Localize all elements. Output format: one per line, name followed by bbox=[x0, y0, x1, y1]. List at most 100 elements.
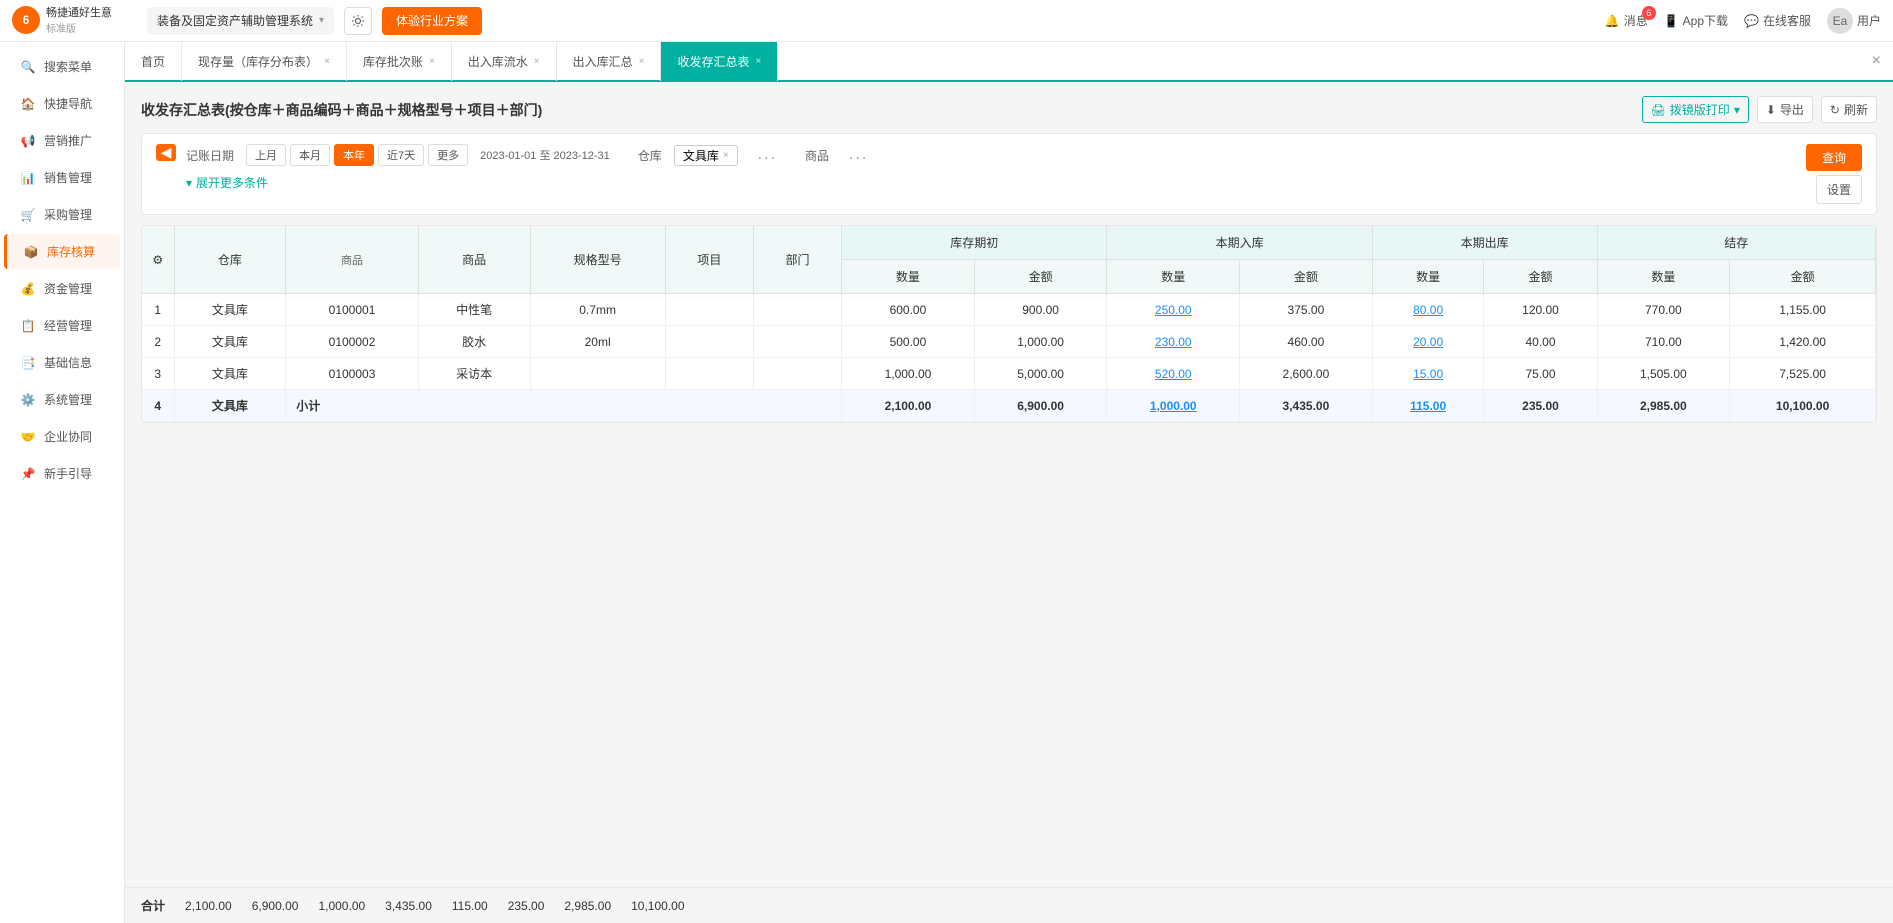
cell-goods-code: 0100001 bbox=[286, 294, 419, 326]
tab-inout-summary[interactable]: 出入库汇总 × bbox=[557, 42, 662, 81]
sidebar-label-sales: 销售管理 bbox=[44, 169, 92, 186]
sidebar-item-finance[interactable]: 💰 资金管理 bbox=[4, 271, 120, 306]
cell-goods-name: 胶水 bbox=[418, 326, 530, 358]
tab-recv-send[interactable]: 收发存汇总表 × bbox=[661, 42, 778, 81]
tab-close-batch-ledger[interactable]: × bbox=[429, 56, 435, 67]
th-goods-spec: 规格型号 bbox=[530, 226, 665, 294]
cell-in-amt: 375.00 bbox=[1240, 294, 1373, 326]
tab-label-recv-send: 收发存汇总表 bbox=[677, 53, 749, 70]
warehouse-more-options[interactable]: ... bbox=[750, 146, 785, 164]
table-row: 1 文具库 0100001 中性笔 0.7mm 600.00 900.00 25… bbox=[142, 294, 1876, 326]
subtotal-out-qty[interactable]: 115.00 bbox=[1372, 390, 1484, 422]
brand-sub: 标准版 bbox=[46, 20, 112, 35]
cell-out-amt: 120.00 bbox=[1484, 294, 1597, 326]
expand-more-button[interactable]: ▾ 展开更多条件 bbox=[186, 174, 1796, 191]
tab-home[interactable]: 首页 bbox=[125, 42, 182, 81]
sidebar-item-corp[interactable]: 🤝 企业协同 bbox=[4, 419, 120, 454]
subtotal-out-amt: 235.00 bbox=[1484, 390, 1597, 422]
tab-label-home: 首页 bbox=[141, 53, 165, 70]
total-in-amt: 3,435.00 bbox=[385, 899, 432, 913]
date-btn-this-year[interactable]: 本年 bbox=[334, 144, 374, 166]
goods-more-options[interactable]: ... bbox=[841, 146, 876, 164]
sidebar-item-newbie[interactable]: 📌 新手引导 bbox=[4, 456, 120, 491]
date-btn-this-month[interactable]: 本月 bbox=[290, 144, 330, 166]
filter-row-1: 记账日期 上月 本月 本年 近7天 更多 2023-01-01 至 2023-1… bbox=[186, 144, 1796, 166]
cell-out-qty[interactable]: 80.00 bbox=[1372, 294, 1484, 326]
th-goods-code: 商品 bbox=[286, 226, 419, 294]
sidebar-item-marketing[interactable]: 📢 营销推广 bbox=[4, 123, 120, 158]
cell-in-qty[interactable]: 230.00 bbox=[1107, 326, 1240, 358]
sidebar-item-sales[interactable]: 📊 销售管理 bbox=[4, 160, 120, 195]
bell-icon: 🔔 bbox=[1605, 14, 1620, 28]
logo-area: 6 畅捷通好生意 标准版 bbox=[12, 6, 137, 35]
sidebar-item-search[interactable]: 🔍 搜索菜单 bbox=[4, 49, 120, 84]
filter-collapse-button[interactable]: ◀ bbox=[156, 144, 176, 161]
column-settings-icon[interactable]: ⚙ bbox=[152, 253, 163, 267]
avatar: Ea bbox=[1827, 8, 1853, 34]
tab-inout-flow[interactable]: 出入库流水 × bbox=[452, 42, 557, 81]
app-download-button[interactable]: 📱 App下载 bbox=[1664, 12, 1728, 29]
cell-out-amt: 40.00 bbox=[1484, 326, 1597, 358]
print-button[interactable]: 🖨 拨镜版打印 ▾ bbox=[1642, 96, 1749, 123]
sidebar-item-inventory[interactable]: 📦 库存核算 bbox=[4, 234, 120, 269]
sidebar-label-purchase: 采购管理 bbox=[44, 206, 92, 223]
settings-button[interactable]: 设置 bbox=[1816, 175, 1862, 204]
goods-filter-label: 商品 bbox=[805, 147, 829, 164]
warehouse-tag-close[interactable]: × bbox=[723, 150, 729, 161]
cell-goods-name: 采访本 bbox=[418, 358, 530, 390]
th-out-qty: 数量 bbox=[1372, 260, 1484, 294]
refresh-button[interactable]: ↻ 刷新 bbox=[1821, 96, 1877, 123]
tab-close-inout-flow[interactable]: × bbox=[534, 56, 540, 67]
tab-inventory-dist[interactable]: 现存量（库存分布表） × bbox=[182, 42, 347, 81]
cell-out-qty[interactable]: 20.00 bbox=[1372, 326, 1484, 358]
total-out-qty: 115.00 bbox=[452, 899, 488, 913]
subtotal-in-amt: 3,435.00 bbox=[1240, 390, 1373, 422]
sidebar-item-quick-nav[interactable]: 🏠 快捷导航 bbox=[4, 86, 120, 121]
tab-close-recv-send[interactable]: × bbox=[755, 56, 761, 67]
service-icon: 💬 bbox=[1744, 14, 1759, 28]
messages-button[interactable]: 🔔 消息 6 bbox=[1605, 12, 1648, 29]
sidebar-item-basic-info[interactable]: 📑 基础信息 bbox=[4, 345, 120, 380]
cell-no: 2 bbox=[142, 326, 174, 358]
cell-out-qty[interactable]: 15.00 bbox=[1372, 358, 1484, 390]
try-industry-button[interactable]: 体验行业方案 bbox=[382, 7, 482, 35]
settings-icon-button[interactable] bbox=[344, 7, 372, 35]
export-button[interactable]: ⬇ 导出 bbox=[1757, 96, 1813, 123]
cell-in-amt: 2,600.00 bbox=[1240, 358, 1373, 390]
subtotal-in-qty[interactable]: 1,000.00 bbox=[1107, 390, 1240, 422]
tab-bar-close-button[interactable]: × bbox=[1860, 52, 1893, 70]
cell-in-qty[interactable]: 520.00 bbox=[1107, 358, 1240, 390]
date-btn-more[interactable]: 更多 bbox=[428, 144, 468, 166]
date-btn-last-month[interactable]: 上月 bbox=[246, 144, 286, 166]
online-service-button[interactable]: 💬 在线客服 bbox=[1744, 12, 1811, 29]
sidebar-item-purchase[interactable]: 🛒 采购管理 bbox=[4, 197, 120, 232]
sidebar-item-ops[interactable]: 📋 经营管理 bbox=[4, 308, 120, 343]
print-icon: 🖨 bbox=[1651, 103, 1666, 117]
purchase-icon: 🛒 bbox=[20, 207, 36, 223]
tab-close-inout-summary[interactable]: × bbox=[639, 56, 645, 67]
cell-opening-amt: 1,000.00 bbox=[974, 326, 1107, 358]
warehouse-filter-label: 仓库 bbox=[638, 147, 662, 164]
cell-no: 3 bbox=[142, 358, 174, 390]
sidebar-item-system[interactable]: ⚙️ 系统管理 bbox=[4, 382, 120, 417]
dropdown-arrow-icon[interactable]: ▾ bbox=[319, 15, 324, 26]
cell-opening-qty: 600.00 bbox=[842, 294, 975, 326]
date-btn-7days[interactable]: 近7天 bbox=[378, 144, 424, 166]
th-out-amt: 金额 bbox=[1484, 260, 1597, 294]
tab-batch-ledger[interactable]: 库存批次账 × bbox=[347, 42, 452, 81]
subtotal-label: 小计 bbox=[286, 390, 842, 422]
cell-ending-amt: 1,155.00 bbox=[1730, 294, 1876, 326]
page-title-bar: 收发存汇总表(按仓库＋商品编码＋商品＋规格型号＋项目＋部门) 🖨 拨镜版打印 ▾… bbox=[141, 96, 1877, 123]
query-button[interactable]: 查询 bbox=[1806, 144, 1862, 171]
th-in-qty: 数量 bbox=[1107, 260, 1240, 294]
th-goods-name: 商品 bbox=[418, 226, 530, 294]
cell-in-qty[interactable]: 250.00 bbox=[1107, 294, 1240, 326]
cell-goods-code: 0100002 bbox=[286, 326, 419, 358]
page-content: 收发存汇总表(按仓库＋商品编码＋商品＋规格型号＋项目＋部门) 🖨 拨镜版打印 ▾… bbox=[125, 82, 1893, 887]
cell-warehouse: 文具库 bbox=[174, 294, 286, 326]
cell-project bbox=[665, 294, 753, 326]
user-button[interactable]: Ea 用户 bbox=[1827, 8, 1881, 34]
search-icon: 🔍 bbox=[20, 59, 36, 75]
cell-warehouse: 文具库 bbox=[174, 358, 286, 390]
tab-close-inventory-dist[interactable]: × bbox=[324, 56, 330, 67]
